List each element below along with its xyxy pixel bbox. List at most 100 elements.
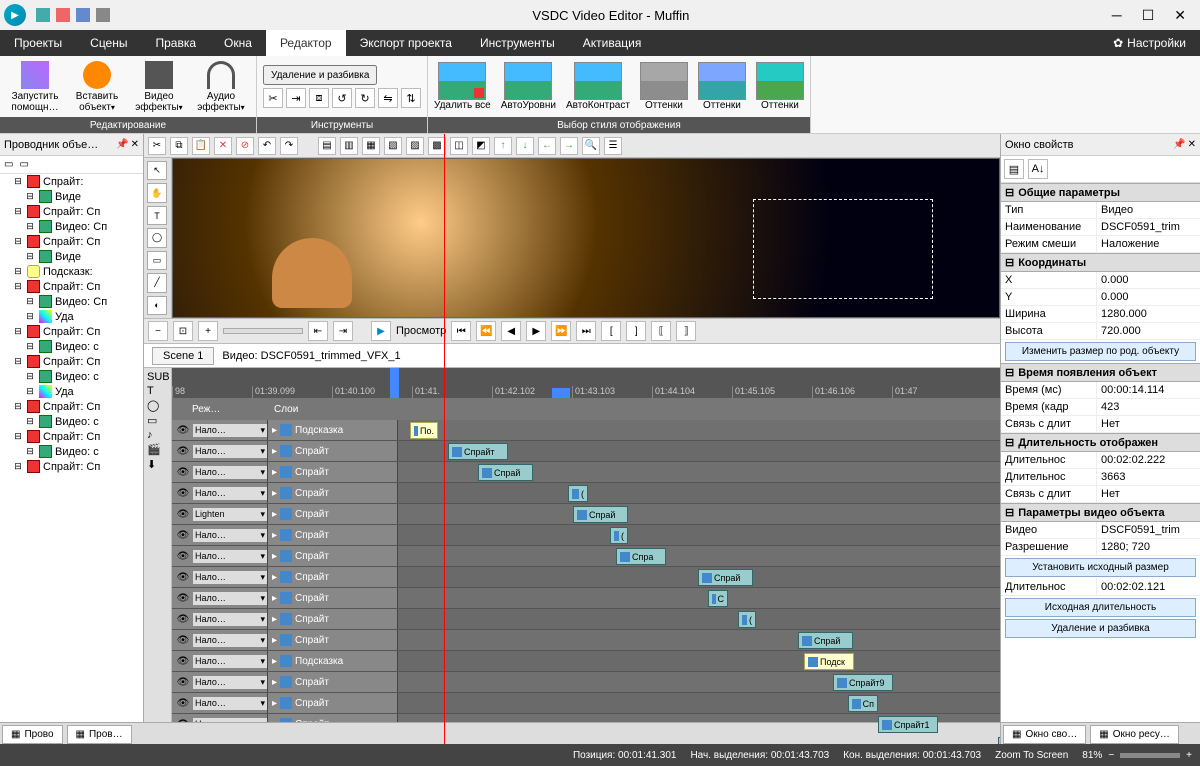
expand-icon[interactable]: ⊟ (24, 371, 36, 382)
expand-icon[interactable]: ⊟ (12, 401, 24, 412)
tones-button[interactable]: Оттенки (756, 62, 804, 111)
visibility-icon[interactable]: 👁 (176, 593, 190, 604)
align-icon[interactable]: ▧ (384, 137, 402, 155)
skip-end-icon[interactable]: ⏭ (576, 321, 596, 341)
expand-icon[interactable]: ▸ (272, 698, 277, 709)
autocontrast-button[interactable]: АвтоКонтраст (566, 62, 630, 111)
tree-node[interactable]: ⊟Спрайт: Сп (0, 324, 143, 339)
tree-node[interactable]: ⊟Спрайт: Сп (0, 279, 143, 294)
expand-icon[interactable]: ⊟ (12, 206, 24, 217)
tab-explorer2[interactable]: ▦Пров… (67, 725, 132, 744)
expand-icon[interactable]: ⊟ (24, 446, 36, 457)
tree-node[interactable]: ⊟Видео: Сп (0, 219, 143, 234)
menu-projects[interactable]: Проекты (0, 30, 76, 56)
set-orig-size-button[interactable]: Установить исходный размер (1005, 558, 1196, 577)
tree-node[interactable]: ⊟Спрайт: Сп (0, 399, 143, 414)
timeline-ruler[interactable]: 9801:39.09901:40.10001:41.01:42.10201:43… (172, 368, 1000, 398)
expand-icon[interactable]: ▸ (272, 635, 277, 646)
tree-node[interactable]: ⊟Видео: Сп (0, 294, 143, 309)
zoom-in-icon[interactable]: + (198, 321, 218, 341)
visibility-icon[interactable]: 👁 (176, 551, 190, 562)
timeline-clip[interactable]: Спрай (798, 632, 853, 649)
align-icon[interactable]: ◫ (450, 137, 468, 155)
tool-icon[interactable]: ▭ (19, 159, 28, 170)
tree-node[interactable]: ⊟Виде (0, 249, 143, 264)
zoom-slider[interactable] (223, 328, 303, 334)
breadcrumb[interactable]: Видео: DSCF0591_trimmed_VFX_1 (222, 350, 400, 362)
preview-canvas[interactable] (172, 158, 1000, 318)
blend-mode-select[interactable]: Нало… (193, 697, 267, 710)
tree-node[interactable]: ⊟Видео: с (0, 444, 143, 459)
qa-btn[interactable] (96, 8, 110, 22)
blend-mode-select[interactable]: Нало… (193, 487, 267, 500)
tree-node[interactable]: ⊟Спрайт: Сп (0, 204, 143, 219)
arrow-up-icon[interactable]: ↑ (494, 137, 512, 155)
tool-icon[interactable]: ▭ (147, 414, 168, 427)
tones-button[interactable]: Оттенки (640, 62, 688, 111)
blend-mode-select[interactable]: Нало… (193, 445, 267, 458)
tree-node[interactable]: ⊟Видео: с (0, 369, 143, 384)
expand-icon[interactable]: ▸ (272, 467, 277, 478)
tree-node[interactable]: ⊟Видео: с (0, 339, 143, 354)
timeline-clip[interactable]: Спра (616, 548, 666, 565)
timeline-clip[interactable]: Спрайт (448, 443, 508, 460)
track-area[interactable]: Спрайт9 (398, 672, 1000, 692)
blend-mode-select[interactable]: Нало… (193, 613, 267, 626)
settings-link[interactable]: ✿Настройки (1099, 30, 1200, 56)
tool-icon[interactable]: T (147, 385, 168, 397)
zoom-in-icon[interactable]: + (1186, 750, 1192, 761)
video-effects-button[interactable]: Видео эффекты (130, 61, 188, 113)
tab-explorer[interactable]: ▦Прово (2, 725, 63, 744)
timeline-clip[interactable]: ( (568, 485, 588, 502)
tool-icon[interactable]: ◯ (147, 399, 168, 412)
tree-node[interactable]: ⊟Спрайт: Сп (0, 429, 143, 444)
expand-icon[interactable]: ⊟ (24, 296, 36, 307)
blend-mode-select[interactable]: Нало… (193, 634, 267, 647)
timeline-clip[interactable]: Спрайт9 (833, 674, 893, 691)
minimize-button[interactable]: ─ (1112, 7, 1122, 24)
timeline-clip[interactable]: Спрай (698, 569, 753, 586)
tool-icon[interactable]: ◐ (147, 296, 167, 315)
arrow-left-icon[interactable]: ← (538, 137, 556, 155)
audio-effects-button[interactable]: Аудио эффекты (192, 61, 250, 113)
track-area[interactable]: Спрай (398, 462, 1000, 482)
timeline-clip[interactable]: По. (410, 422, 438, 439)
step-fwd-icon[interactable]: ▶ (526, 321, 546, 341)
expand-icon[interactable]: ⊟ (24, 221, 36, 232)
blend-mode-select[interactable]: Нало… (193, 676, 267, 689)
snap-icon[interactable]: ☰ (604, 137, 622, 155)
delete-all-button[interactable]: Удалить все (434, 62, 491, 111)
visibility-icon[interactable]: 👁 (176, 446, 190, 457)
expand-icon[interactable]: ⊟ (12, 236, 24, 247)
marker-icon[interactable]: [ (601, 321, 621, 341)
track-area[interactable]: Сг (398, 735, 1000, 744)
insert-object-button[interactable]: Вставить объект (68, 61, 126, 113)
menu-export[interactable]: Экспорт проекта (346, 30, 466, 56)
prop-group[interactable]: ⊟Общие параметры (1001, 183, 1200, 202)
blend-mode-select[interactable]: Нало… (193, 529, 267, 542)
visibility-icon[interactable]: 👁 (176, 656, 190, 667)
tool-icon[interactable]: 🎬 (147, 443, 168, 456)
sort-icon[interactable]: A↓ (1028, 159, 1048, 179)
track-area[interactable]: ( (398, 525, 1000, 545)
timeline-clip[interactable]: С (708, 590, 728, 607)
rotate-left-icon[interactable]: ↺ (332, 88, 352, 108)
tree-node[interactable]: ⊟Уда (0, 384, 143, 399)
blend-mode-select[interactable]: Нало… (193, 424, 267, 437)
tool-icon[interactable]: ⬇ (147, 458, 168, 471)
tree-node[interactable]: ⊟Спрайт: (0, 174, 143, 189)
track-area[interactable]: Спра (398, 546, 1000, 566)
blend-mode-select[interactable]: Нало… (193, 550, 267, 563)
menu-scenes[interactable]: Сцены (76, 30, 141, 56)
tab-props[interactable]: ▦Окно сво… (1003, 725, 1086, 744)
expand-icon[interactable]: ▸ (272, 425, 277, 436)
blend-mode-select[interactable]: Нало… (193, 466, 267, 479)
fit-icon[interactable]: ⇤ (308, 321, 328, 341)
tree-node[interactable]: ⊟Виде (0, 189, 143, 204)
split-icon[interactable]: ⇥ (286, 88, 306, 108)
visibility-icon[interactable]: 👁 (176, 677, 190, 688)
timeline-clip[interactable]: Подск (804, 653, 854, 670)
block-icon[interactable]: ⊘ (236, 137, 254, 155)
expand-icon[interactable]: ▸ (272, 593, 277, 604)
expand-icon[interactable]: ▸ (272, 488, 277, 499)
